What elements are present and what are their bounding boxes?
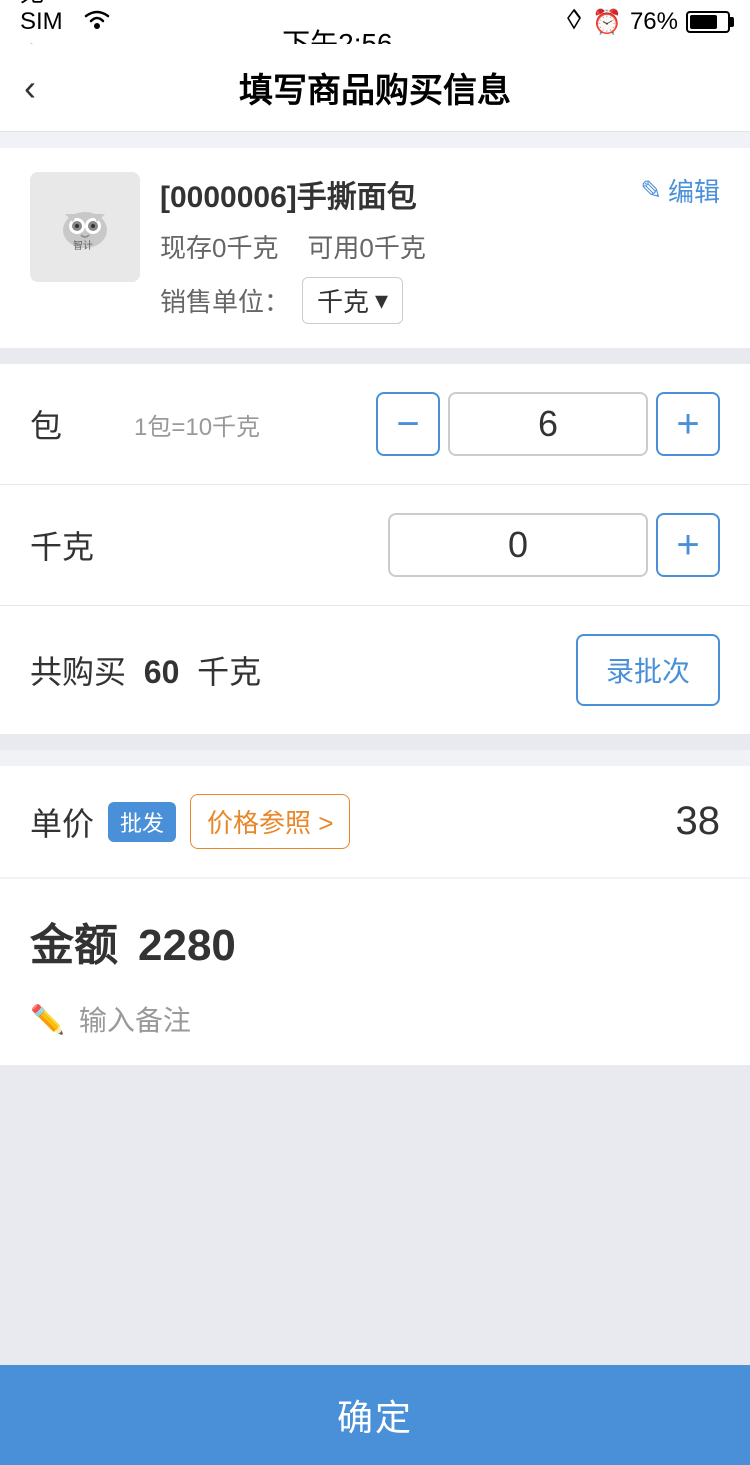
battery-text: 76% xyxy=(630,8,678,36)
status-right: ⏰ 76% xyxy=(564,8,730,37)
svg-text:智计: 智计 xyxy=(73,239,93,252)
empty-space xyxy=(0,1065,750,1365)
price-ref-button[interactable]: 价格参照 > xyxy=(190,794,350,849)
pencil-icon: ✏️ xyxy=(30,1003,65,1036)
section-divider-2 xyxy=(0,734,750,750)
bao-qty-control: − + xyxy=(376,392,720,456)
remark-row[interactable]: ✏️ 输入备注 xyxy=(30,989,720,1049)
product-info: [0000006]手撕面包 现存0千克 可用0千克 销售单位： 千克 ▾ xyxy=(160,172,720,324)
bao-hint: 1包=10千克 xyxy=(134,407,260,442)
battery-icon xyxy=(686,11,730,33)
product-thumbnail: 智计 xyxy=(30,172,140,282)
back-button[interactable]: ‹ xyxy=(24,67,36,109)
confirm-button[interactable]: 确定 xyxy=(0,1365,750,1465)
bao-input-section: 包 1包=10千克 − + 千克 + xyxy=(0,364,750,606)
status-bar: 无 SIM 卡 下午2:56 ⏰ 76% xyxy=(0,0,750,44)
bao-minus-button[interactable]: − xyxy=(376,392,440,456)
amount-text: 金额 2280 xyxy=(30,909,720,973)
batch-button[interactable]: 录批次 xyxy=(576,634,720,706)
nav-bar: ‹ 填写商品购买信息 xyxy=(0,44,750,132)
unit-dropdown[interactable]: 千克 ▾ xyxy=(302,277,403,324)
wifi-icon xyxy=(83,8,111,37)
price-section: 单价 批发 价格参照 > 38 xyxy=(0,766,750,877)
total-row: 共购买 60 千克 录批次 xyxy=(0,606,750,734)
section-divider-1 xyxy=(0,348,750,364)
qianke-row: 千克 + xyxy=(0,485,750,606)
edit-icon: ✎ xyxy=(640,175,662,206)
price-tag: 批发 xyxy=(108,802,176,842)
qianke-label: 千克 xyxy=(30,522,110,568)
product-stock: 现存0千克 可用0千克 xyxy=(160,228,720,265)
price-row: 单价 批发 价格参照 > 38 xyxy=(30,794,720,849)
bao-row: 包 1包=10千克 − + xyxy=(0,364,750,485)
qianke-qty-control: + xyxy=(388,513,720,577)
location-icon xyxy=(564,8,584,37)
alarm-icon: ⏰ xyxy=(592,8,622,37)
product-unit-row: 销售单位： 千克 ▾ xyxy=(160,277,720,324)
chevron-down-icon: ▾ xyxy=(375,285,388,316)
product-card: 智计 [0000006]手撕面包 现存0千克 可用0千克 销售单位： 千克 ▾ xyxy=(0,148,750,348)
price-label: 单价 xyxy=(30,799,94,845)
remark-placeholder: 输入备注 xyxy=(79,999,191,1039)
bao-label: 包 xyxy=(30,401,110,447)
edit-button[interactable]: ✎ 编辑 xyxy=(640,172,720,209)
price-value: 38 xyxy=(676,799,721,844)
product-name: [0000006]手撕面包 xyxy=(160,172,720,216)
qianke-plus-button[interactable]: + xyxy=(656,513,720,577)
bao-plus-button[interactable]: + xyxy=(656,392,720,456)
bao-qty-input[interactable] xyxy=(448,392,648,456)
total-text: 共购买 60 千克 xyxy=(30,647,261,693)
qianke-qty-input[interactable] xyxy=(388,513,648,577)
amount-section: 金额 2280 ✏️ 输入备注 xyxy=(0,879,750,1065)
page-title: 填写商品购买信息 xyxy=(239,63,511,112)
